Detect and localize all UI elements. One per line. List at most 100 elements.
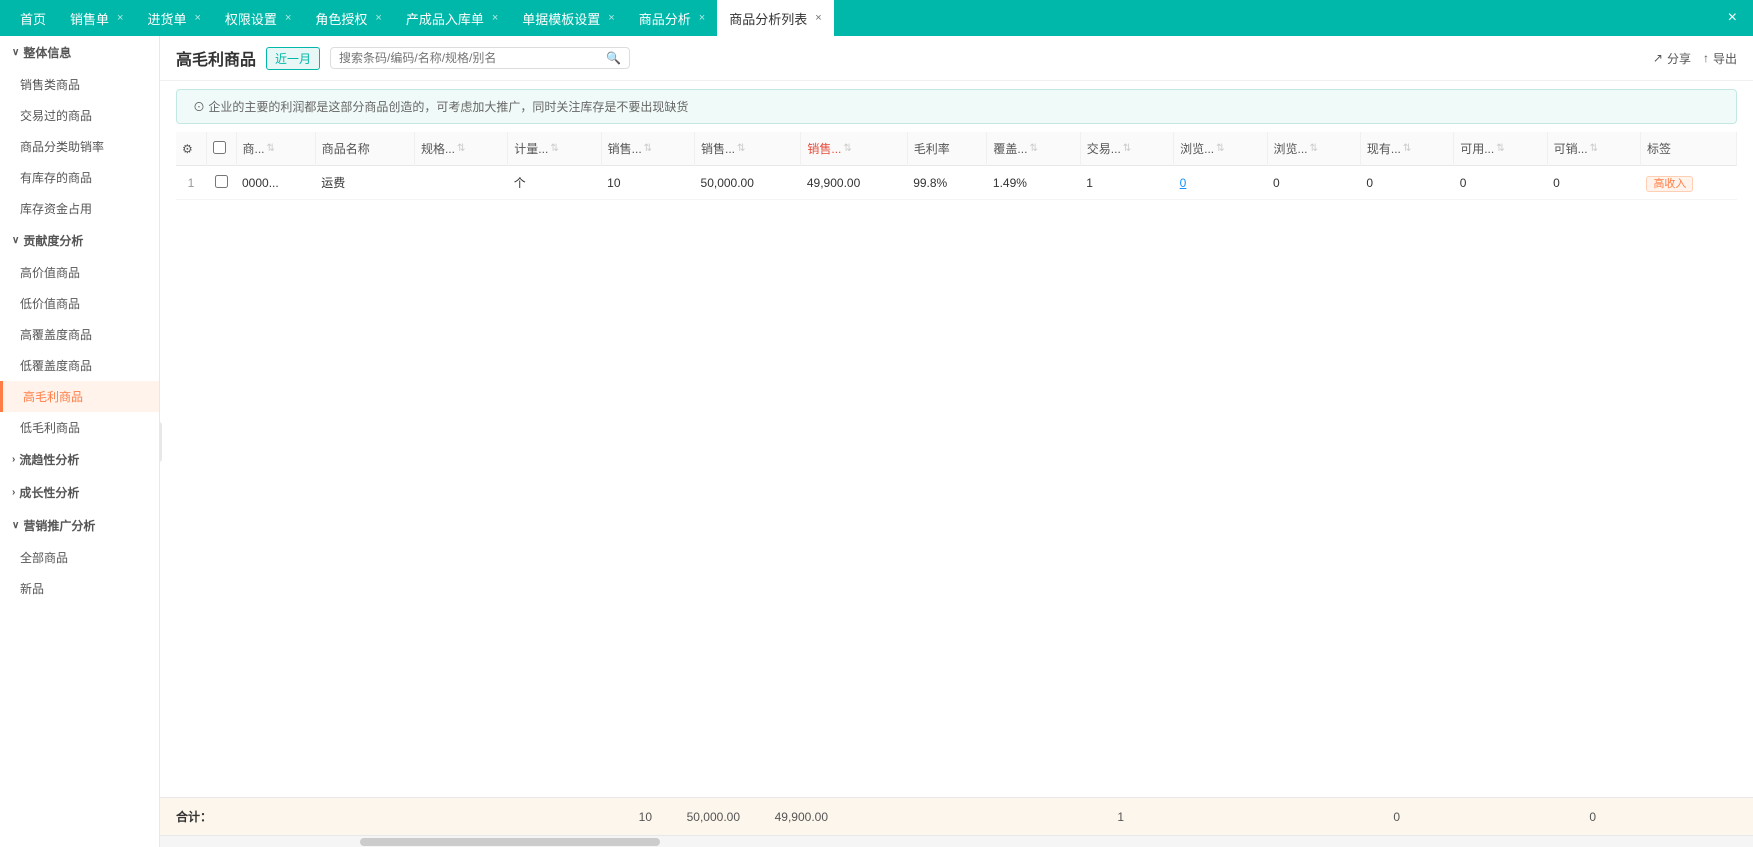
nav-product-analysis-label: 商品分析 <box>639 9 691 28</box>
horizontal-scrollbar[interactable] <box>160 835 1753 847</box>
sidebar-section-overall[interactable]: ∨ 整体信息 <box>0 36 159 69</box>
col-current-stock[interactable]: 现有... ⇅ <box>1360 132 1453 166</box>
nav-home[interactable]: 首页 <box>8 0 58 36</box>
sidebar-item-high-coverage[interactable]: 高覆盖度商品 <box>0 319 159 350</box>
nav-permission-close[interactable]: × <box>285 12 291 24</box>
settings-icon[interactable]: ⚙ <box>182 142 193 156</box>
sidebar-item-sales-goods[interactable]: 销售类商品 <box>0 69 159 100</box>
sidebar-item-stock-capital[interactable]: 库存资金占用 <box>0 193 159 224</box>
row-sales-profit: 49,900.00 <box>801 166 907 200</box>
nav-role[interactable]: 角色授权 × <box>303 0 393 36</box>
nav-product-analysis-list-label: 商品分析列表 <box>729 9 807 28</box>
sidebar-item-in-stock[interactable]: 有库存的商品 <box>0 162 159 193</box>
sidebar-item-all-goods[interactable]: 全部商品 <box>0 542 159 573</box>
nav-permission[interactable]: 权限设置 × <box>213 0 303 36</box>
nav-product-analysis-list[interactable]: 商品分析列表 × <box>717 0 833 36</box>
sort-icon-browse2: ⇅ <box>1310 143 1318 154</box>
sidebar-item-traded-goods[interactable]: 交易过的商品 <box>0 100 159 131</box>
filter-recent-month[interactable]: 近一月 <box>266 47 320 70</box>
section-label-contribution: 贡献度分析 <box>23 232 83 249</box>
nav-purchase-close[interactable]: × <box>194 12 200 24</box>
sort-icon-available-stock: ⇅ <box>1496 143 1504 154</box>
nav-product-analysis-close[interactable]: × <box>699 12 705 24</box>
nav-template[interactable]: 单据模板设置 × <box>510 0 626 36</box>
sidebar-section-trend[interactable]: › 流趋性分析 <box>0 443 159 476</box>
col-spec[interactable]: 规格... ⇅ <box>414 132 507 166</box>
search-box[interactable]: 🔍 <box>330 47 630 69</box>
product-table: ⚙ 商... ⇅ 商品名称 <box>176 132 1737 200</box>
nav-permission-label: 权限设置 <box>225 9 277 28</box>
sidebar-item-new-goods[interactable]: 新品 <box>0 573 159 604</box>
sidebar-item-low-coverage[interactable]: 低覆盖度商品 <box>0 350 159 381</box>
nav-purchase[interactable]: 进货单 × <box>135 0 212 36</box>
row-unit: 个 <box>508 166 601 200</box>
nav-role-close[interactable]: × <box>375 12 381 24</box>
sidebar-item-high-margin[interactable]: 高毛利商品 <box>0 381 159 412</box>
content-area: « 高毛利商品 近一月 🔍 ↗ 分享 ↑ 导出 ⊙ 企业的主要的利润都是这部分商… <box>160 36 1753 847</box>
nav-product-analysis-list-close[interactable]: × <box>815 12 821 24</box>
sort-icon-saleable-stock: ⇅ <box>1590 143 1598 154</box>
footer-sales-qty: 10 <box>572 810 652 824</box>
table-header-row: ⚙ 商... ⇅ 商品名称 <box>176 132 1737 166</box>
col-checkbox[interactable] <box>206 132 236 166</box>
sidebar-section-growth[interactable]: › 成长性分析 <box>0 476 159 509</box>
sort-icon-browse1: ⇅ <box>1216 143 1224 154</box>
nav-sales[interactable]: 销售单 × <box>58 0 135 36</box>
section-arrow-growth: › <box>12 487 15 498</box>
nav-template-close[interactable]: × <box>608 12 614 24</box>
search-icon[interactable]: 🔍 <box>606 51 621 65</box>
scrollbar-thumb[interactable] <box>360 838 660 846</box>
row-current-stock: 0 <box>1360 166 1453 200</box>
col-unit[interactable]: 计量... ⇅ <box>508 132 601 166</box>
sidebar-item-low-value[interactable]: 低价值商品 <box>0 288 159 319</box>
sidebar-item-category-rate[interactable]: 商品分类助销率 <box>0 131 159 162</box>
col-gross-margin: 毛利率 <box>907 132 987 166</box>
col-sales-qty[interactable]: 销售... ⇅ <box>601 132 694 166</box>
col-available-stock[interactable]: 可用... ⇅ <box>1454 132 1547 166</box>
sidebar-item-high-value[interactable]: 高价值商品 <box>0 257 159 288</box>
nav-home-label: 首页 <box>20 9 46 28</box>
nav-product-analysis[interactable]: 商品分析 × <box>627 0 717 36</box>
window-close-button[interactable]: × <box>1720 9 1745 27</box>
col-saleable-stock[interactable]: 可销... ⇅ <box>1547 132 1640 166</box>
col-browse1[interactable]: 浏览... ⇅ <box>1174 132 1267 166</box>
col-coverage[interactable]: 覆盖... ⇅ <box>987 132 1080 166</box>
sidebar-item-low-margin[interactable]: 低毛利商品 <box>0 412 159 443</box>
share-label: 分享 <box>1667 50 1691 67</box>
col-browse2[interactable]: 浏览... ⇅ <box>1267 132 1360 166</box>
row-gross-margin: 99.8% <box>907 166 987 200</box>
sidebar-collapse-button[interactable]: « <box>160 422 162 462</box>
sort-icon-spec: ⇅ <box>457 143 465 154</box>
share-button[interactable]: ↗ 分享 <box>1653 50 1691 67</box>
row-browse2: 0 <box>1267 166 1360 200</box>
row-sales-qty: 10 <box>601 166 694 200</box>
col-sales-profit[interactable]: 销售... ⇅ <box>801 132 907 166</box>
footer-label: 合计： <box>176 808 212 825</box>
nav-template-label: 单据模板设置 <box>522 9 600 28</box>
col-sales-amount[interactable]: 销售... ⇅ <box>695 132 801 166</box>
col-tag: 标签 <box>1640 132 1736 166</box>
nav-role-label: 角色授权 <box>315 9 367 28</box>
sidebar-section-marketing[interactable]: ∨ 营销推广分析 <box>0 509 159 542</box>
col-code[interactable]: 商... ⇅ <box>236 132 315 166</box>
table-row: 1 0000... 运费 个 10 50,000.00 49,900.00 99… <box>176 166 1737 200</box>
sort-icon-code: ⇅ <box>267 143 275 154</box>
sort-icon-sales-qty: ⇅ <box>644 143 652 154</box>
info-bar: ⊙ 企业的主要的利润都是这部分商品创造的，可考虑加大推广，同时关注库存是不要出现… <box>176 89 1737 124</box>
row-checkbox-cell[interactable] <box>206 166 236 200</box>
col-settings[interactable]: ⚙ <box>176 132 206 166</box>
row-checkbox[interactable] <box>215 175 228 188</box>
nav-product-inbound[interactable]: 产成品入库单 × <box>394 0 510 36</box>
nav-sales-close[interactable]: × <box>117 12 123 24</box>
col-transaction[interactable]: 交易... ⇅ <box>1080 132 1173 166</box>
select-all-checkbox[interactable] <box>213 141 226 154</box>
row-saleable-stock: 0 <box>1547 166 1640 200</box>
sort-icon-current-stock: ⇅ <box>1403 143 1411 154</box>
search-input[interactable] <box>339 51 602 65</box>
section-label-overall: 整体信息 <box>23 44 71 61</box>
sidebar-section-contribution[interactable]: ∨ 贡献度分析 <box>0 224 159 257</box>
row-browse1[interactable]: 0 <box>1174 166 1267 200</box>
nav-product-inbound-close[interactable]: × <box>492 12 498 24</box>
export-button[interactable]: ↑ 导出 <box>1703 50 1737 67</box>
nav-purchase-label: 进货单 <box>147 9 186 28</box>
